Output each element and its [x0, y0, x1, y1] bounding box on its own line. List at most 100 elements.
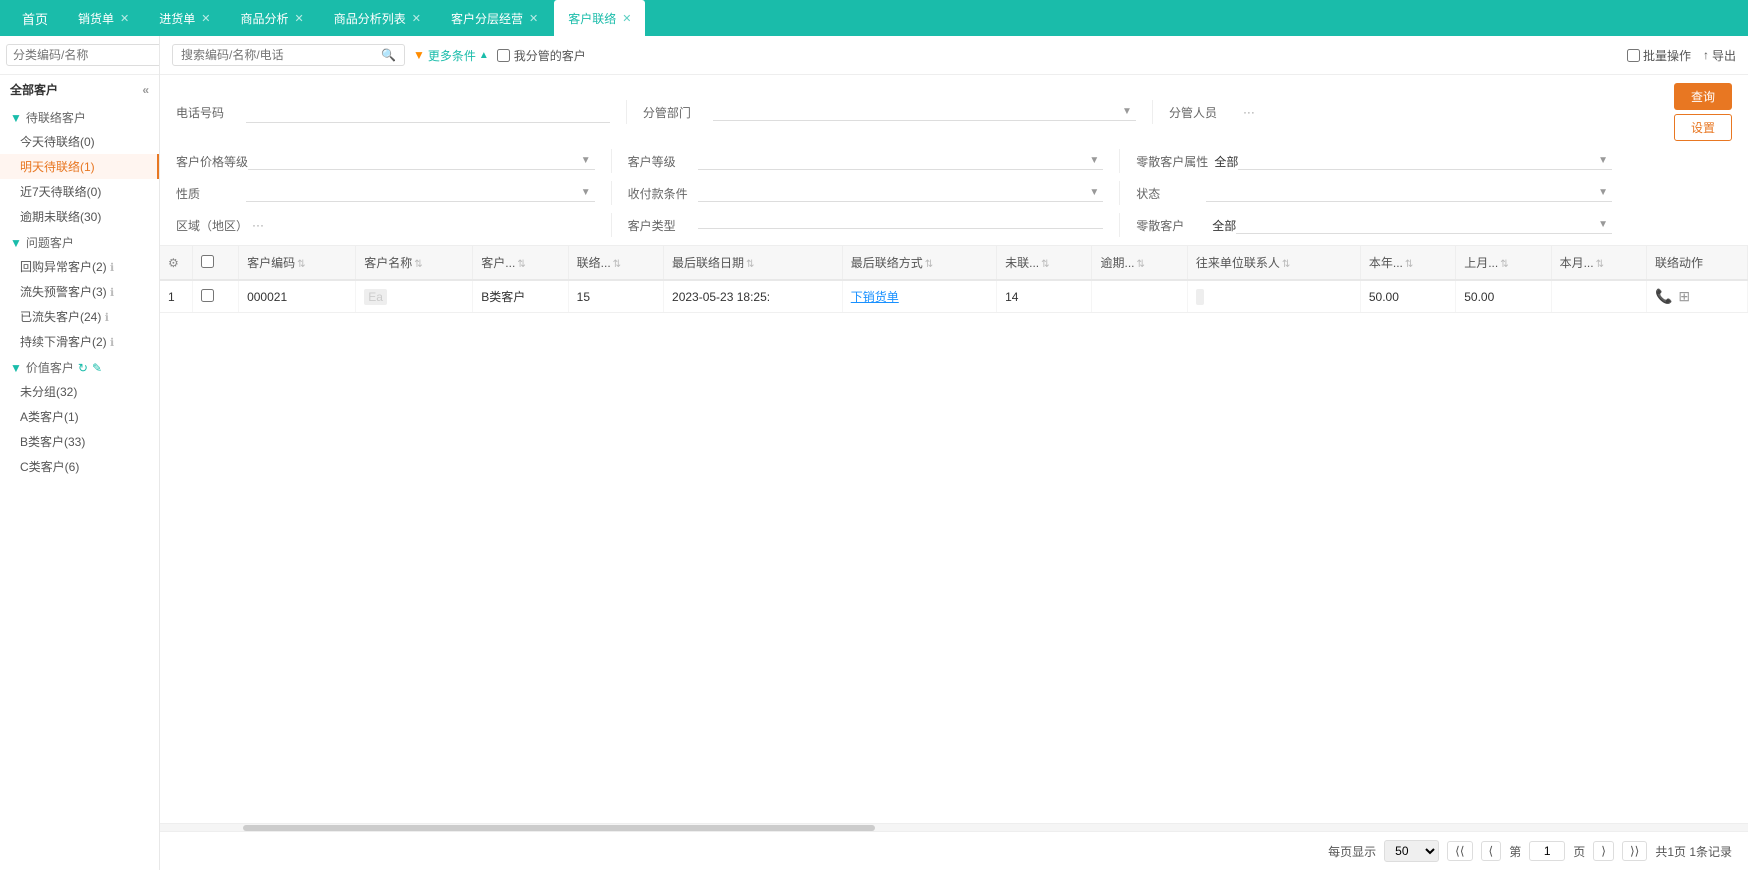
- customer-level-select[interactable]: ▼: [698, 152, 1104, 170]
- filter-retail-customer: 零散客户 全部 ▼: [1136, 216, 1612, 234]
- sidebar-item-declining[interactable]: 持续下滑客户(2) ℹ: [0, 329, 159, 354]
- nav-salesorder[interactable]: 销货单 ✕: [64, 0, 143, 36]
- per-page-select[interactable]: 50 100 200: [1384, 840, 1439, 862]
- refresh-value-icon[interactable]: ↻: [78, 361, 88, 375]
- filter-icon: ▼: [413, 48, 425, 62]
- export-button[interactable]: ↑ 导出: [1703, 47, 1736, 64]
- nav-product-analysis[interactable]: 商品分析 ✕: [226, 0, 317, 36]
- filter-region: 区域（地区） ···: [176, 217, 595, 234]
- row-last-method[interactable]: 下销货单: [842, 280, 996, 313]
- row-checkbox[interactable]: [201, 289, 214, 302]
- nav-customer-tier[interactable]: 客户分层经营 ✕: [437, 0, 552, 36]
- sort-type-icon[interactable]: ⇅: [517, 259, 525, 270]
- close-salesorder-icon[interactable]: ✕: [120, 12, 129, 25]
- more-filters-button[interactable]: ▼ 更多条件 ▲: [413, 47, 489, 64]
- sidebar-item-lost-warning[interactable]: 流失预警客户(3) ℹ: [0, 279, 159, 304]
- sort-overdue-icon[interactable]: ⇅: [1137, 259, 1145, 270]
- data-table: ⚙ 客户编码⇅ 客户名称⇅ 客户...⇅ 联络...⇅ 最后联络日期⇅ 最后联络…: [160, 246, 1748, 313]
- sort-contact-icon[interactable]: ⇅: [613, 259, 621, 270]
- customer-level-chevron-icon: ▼: [1089, 155, 1099, 166]
- sort-last-month-icon[interactable]: ⇅: [1500, 259, 1508, 270]
- sidebar-all-customers[interactable]: 全部客户 «: [0, 75, 159, 104]
- sort-name-icon[interactable]: ⇅: [414, 259, 422, 270]
- row-type: B类客户: [473, 280, 568, 313]
- region-label: 区域（地区）: [176, 217, 248, 234]
- sidebar-collapse-icon[interactable]: «: [142, 83, 149, 97]
- price-level-label: 客户价格等级: [176, 153, 248, 170]
- query-button[interactable]: 查询: [1674, 83, 1732, 110]
- horizontal-scrollbar[interactable]: [160, 823, 1748, 831]
- search-icon[interactable]: 🔍: [381, 48, 396, 62]
- sort-last-method-icon[interactable]: ⇅: [925, 259, 933, 270]
- retail-customer-select[interactable]: ▼: [1236, 216, 1612, 234]
- last-page-button[interactable]: ⟩⟩: [1622, 841, 1647, 861]
- sidebar-item-7days[interactable]: 近7天待联络(0): [0, 179, 159, 204]
- payment-select[interactable]: ▼: [698, 184, 1104, 202]
- edit-value-icon[interactable]: ✎: [92, 361, 102, 375]
- row-last-date: 2023-05-23 18:25:: [664, 280, 843, 313]
- page-number-input[interactable]: [1529, 841, 1565, 861]
- sort-this-month-icon[interactable]: ⇅: [1596, 259, 1604, 270]
- col-action: 联络动作: [1646, 246, 1747, 280]
- settings-button[interactable]: 设置: [1674, 114, 1732, 141]
- col-checkbox: [192, 246, 239, 280]
- sidebar-item-tomorrow[interactable]: 明天待联络(1): [0, 154, 159, 179]
- sort-uncontacted-icon[interactable]: ⇅: [1041, 259, 1049, 270]
- manager-label: 分管人员: [1169, 104, 1239, 121]
- search-input[interactable]: [181, 48, 381, 62]
- price-level-select[interactable]: ▼: [248, 152, 595, 170]
- close-customer-tier-icon[interactable]: ✕: [529, 12, 538, 25]
- sidebar-item-overdue[interactable]: 逾期未联络(30): [0, 204, 159, 229]
- dept-select[interactable]: ▼: [713, 103, 1136, 121]
- phone-label: 电话号码: [176, 104, 246, 121]
- nav-customer-contact[interactable]: 客户联络 ✕: [554, 0, 645, 36]
- phone-input[interactable]: [246, 102, 610, 123]
- retail-customer-label: 零散客户: [1136, 217, 1206, 234]
- nav-product-analysis-list[interactable]: 商品分析列表 ✕: [320, 0, 435, 36]
- last-method-link[interactable]: 下销货单: [851, 290, 899, 304]
- action-phone-icon[interactable]: 📞: [1655, 288, 1672, 305]
- close-product-analysis-icon[interactable]: ✕: [295, 12, 304, 25]
- manager-dots-icon[interactable]: ···: [1243, 105, 1255, 119]
- sidebar-item-today[interactable]: 今天待联络(0): [0, 129, 159, 154]
- page-suffix: 页: [1573, 843, 1585, 860]
- col-name: 客户名称⇅: [356, 246, 473, 280]
- action-grid-icon[interactable]: ⊞: [1678, 288, 1690, 305]
- row-name: Ea: [356, 280, 473, 313]
- scroll-thumb[interactable]: [243, 825, 875, 831]
- status-select[interactable]: ▼: [1206, 184, 1612, 202]
- sidebar-item-abnormal-repurchase[interactable]: 回购异常客户(2) ℹ: [0, 254, 159, 279]
- sidebar-item-lost[interactable]: 已流失客户(24) ℹ: [0, 304, 159, 329]
- close-purchaseorder-icon[interactable]: ✕: [201, 12, 210, 25]
- close-customer-contact-icon[interactable]: ✕: [622, 12, 631, 25]
- sort-code-icon[interactable]: ⇅: [297, 259, 305, 270]
- sidebar-item-b-class[interactable]: B类客户(33): [0, 429, 159, 454]
- customer-level-label: 客户等级: [628, 153, 698, 170]
- sort-this-year-icon[interactable]: ⇅: [1405, 259, 1413, 270]
- select-all-checkbox[interactable]: [201, 255, 214, 268]
- sidebar-item-a-class[interactable]: A类客户(1): [0, 404, 159, 429]
- sort-last-date-icon[interactable]: ⇅: [746, 259, 754, 270]
- batch-op-button[interactable]: 批量操作: [1627, 47, 1691, 64]
- prev-page-button[interactable]: ⟨: [1481, 841, 1502, 861]
- col-settings[interactable]: ⚙: [160, 246, 192, 280]
- region-dots-icon[interactable]: ···: [252, 218, 264, 232]
- gender-select[interactable]: ▼: [246, 184, 595, 202]
- gear-icon[interactable]: ⚙: [168, 256, 179, 270]
- retail-attr-select[interactable]: ▼: [1238, 152, 1612, 170]
- total-records: 共1页 1条记录: [1655, 843, 1732, 860]
- arrow-icon: ▼: [10, 111, 22, 125]
- batch-checkbox[interactable]: [1627, 49, 1640, 62]
- customer-type-select[interactable]: [698, 222, 1104, 229]
- my-customers-checkbox[interactable]: [497, 49, 510, 62]
- sort-company-contact-icon[interactable]: ⇅: [1282, 259, 1290, 270]
- sidebar-search-input[interactable]: [6, 44, 160, 66]
- status-label: 状态: [1136, 185, 1206, 202]
- first-page-button[interactable]: ⟨⟨: [1447, 841, 1472, 861]
- sidebar-item-c-class[interactable]: C类客户(6): [0, 454, 159, 479]
- sidebar-item-ungrouped[interactable]: 未分组(32): [0, 379, 159, 404]
- nav-purchaseorder[interactable]: 进货单 ✕: [145, 0, 224, 36]
- nav-home[interactable]: 首页: [8, 0, 62, 36]
- close-product-analysis-list-icon[interactable]: ✕: [412, 12, 421, 25]
- next-page-button[interactable]: ⟩: [1593, 841, 1614, 861]
